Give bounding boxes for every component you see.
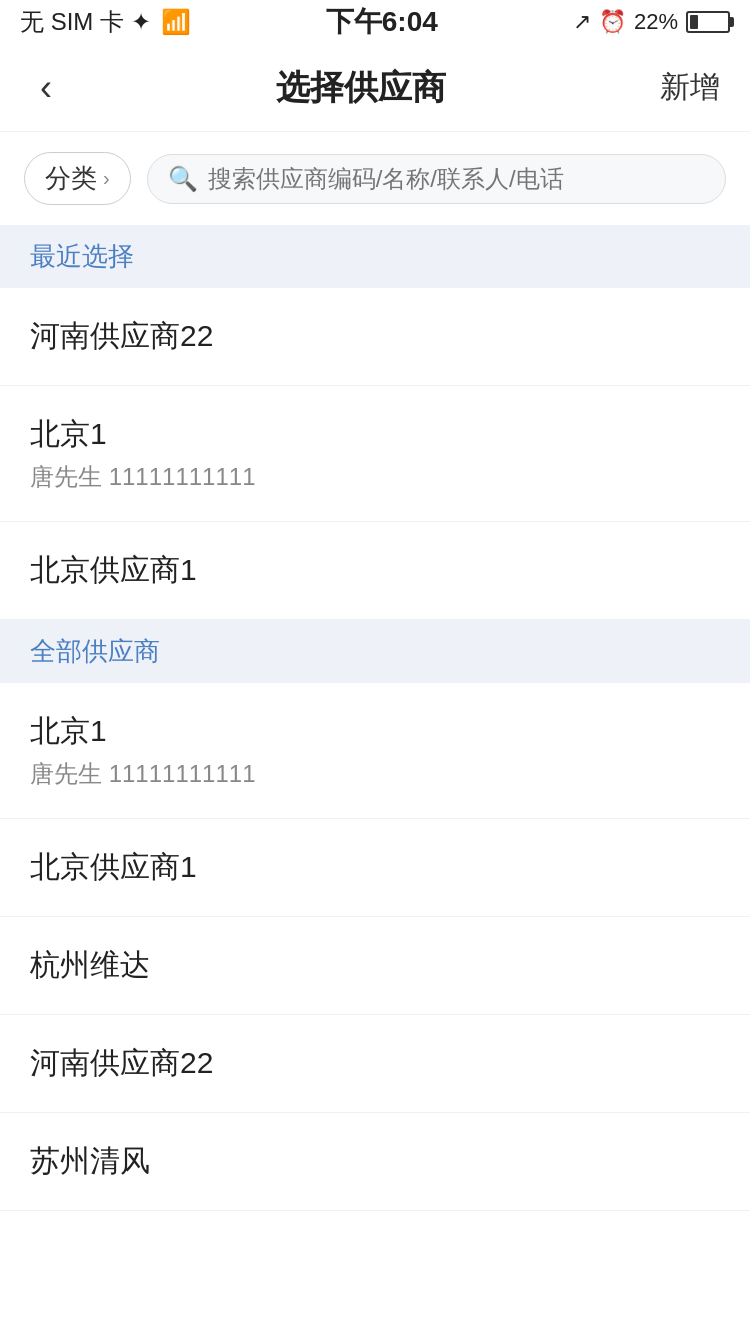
list-item[interactable]: 苏州清风 <box>0 1113 750 1211</box>
all-section-header: 全部供应商 <box>0 620 750 683</box>
item-name: 河南供应商22 <box>30 316 720 357</box>
recent-list: 河南供应商22 北京1 唐先生 11111111111 北京供应商1 <box>0 288 750 620</box>
battery-percent: 22% <box>634 9 678 35</box>
filter-bar: 分类 › 🔍 <box>0 132 750 225</box>
status-left: 无 SIM 卡 ✦ 📶 <box>20 6 191 38</box>
add-button[interactable]: 新增 <box>660 67 720 108</box>
list-item[interactable]: 北京1 唐先生 11111111111 <box>0 683 750 819</box>
all-list: 北京1 唐先生 11111111111 北京供应商1 杭州维达河南供应商22 苏州清风 <box>0 683 750 1211</box>
item-name: 苏州清风 <box>30 1141 720 1182</box>
search-icon: 🔍 <box>168 165 198 193</box>
status-right: ↗ ⏰ 22% <box>573 9 730 35</box>
page-title: 选择供应商 <box>276 65 446 111</box>
wifi-icon: 📶 <box>161 8 191 36</box>
list-item[interactable]: 杭州维达 <box>0 917 750 1015</box>
search-input[interactable] <box>208 165 705 193</box>
status-bar: 无 SIM 卡 ✦ 📶 下午6:04 ↗ ⏰ 22% <box>0 0 750 44</box>
item-sub: 唐先生 11111111111 <box>30 461 720 493</box>
item-name: 北京1 <box>30 711 720 752</box>
item-name: 北京供应商1 <box>30 550 720 591</box>
battery-icon <box>686 11 730 33</box>
all-section-label: 全部供应商 <box>30 636 160 666</box>
chevron-right-icon: › <box>103 167 110 190</box>
category-label: 分类 <box>45 161 97 196</box>
item-name: 杭州维达 <box>30 945 720 986</box>
item-name: 河南供应商22 <box>30 1043 720 1084</box>
back-button[interactable]: ‹ <box>30 60 62 116</box>
recent-section-header: 最近选择 <box>0 225 750 288</box>
list-item[interactable]: 北京供应商1 <box>0 819 750 917</box>
list-item[interactable]: 河南供应商22 <box>0 288 750 386</box>
item-sub: 唐先生 11111111111 <box>30 758 720 790</box>
alarm-icon: ⏰ <box>599 9 626 35</box>
recent-section-label: 最近选择 <box>30 241 134 271</box>
list-item[interactable]: 北京1 唐先生 11111111111 <box>0 386 750 522</box>
status-time: 下午6:04 <box>326 3 438 41</box>
location-icon: ↗ <box>573 9 591 35</box>
category-button[interactable]: 分类 › <box>24 152 131 205</box>
sim-status: 无 SIM 卡 ✦ <box>20 6 151 38</box>
search-box[interactable]: 🔍 <box>147 154 726 204</box>
nav-bar: ‹ 选择供应商 新增 <box>0 44 750 132</box>
item-name: 北京1 <box>30 414 720 455</box>
list-item[interactable]: 北京供应商1 <box>0 522 750 620</box>
list-item[interactable]: 河南供应商22 <box>0 1015 750 1113</box>
item-name: 北京供应商1 <box>30 847 720 888</box>
